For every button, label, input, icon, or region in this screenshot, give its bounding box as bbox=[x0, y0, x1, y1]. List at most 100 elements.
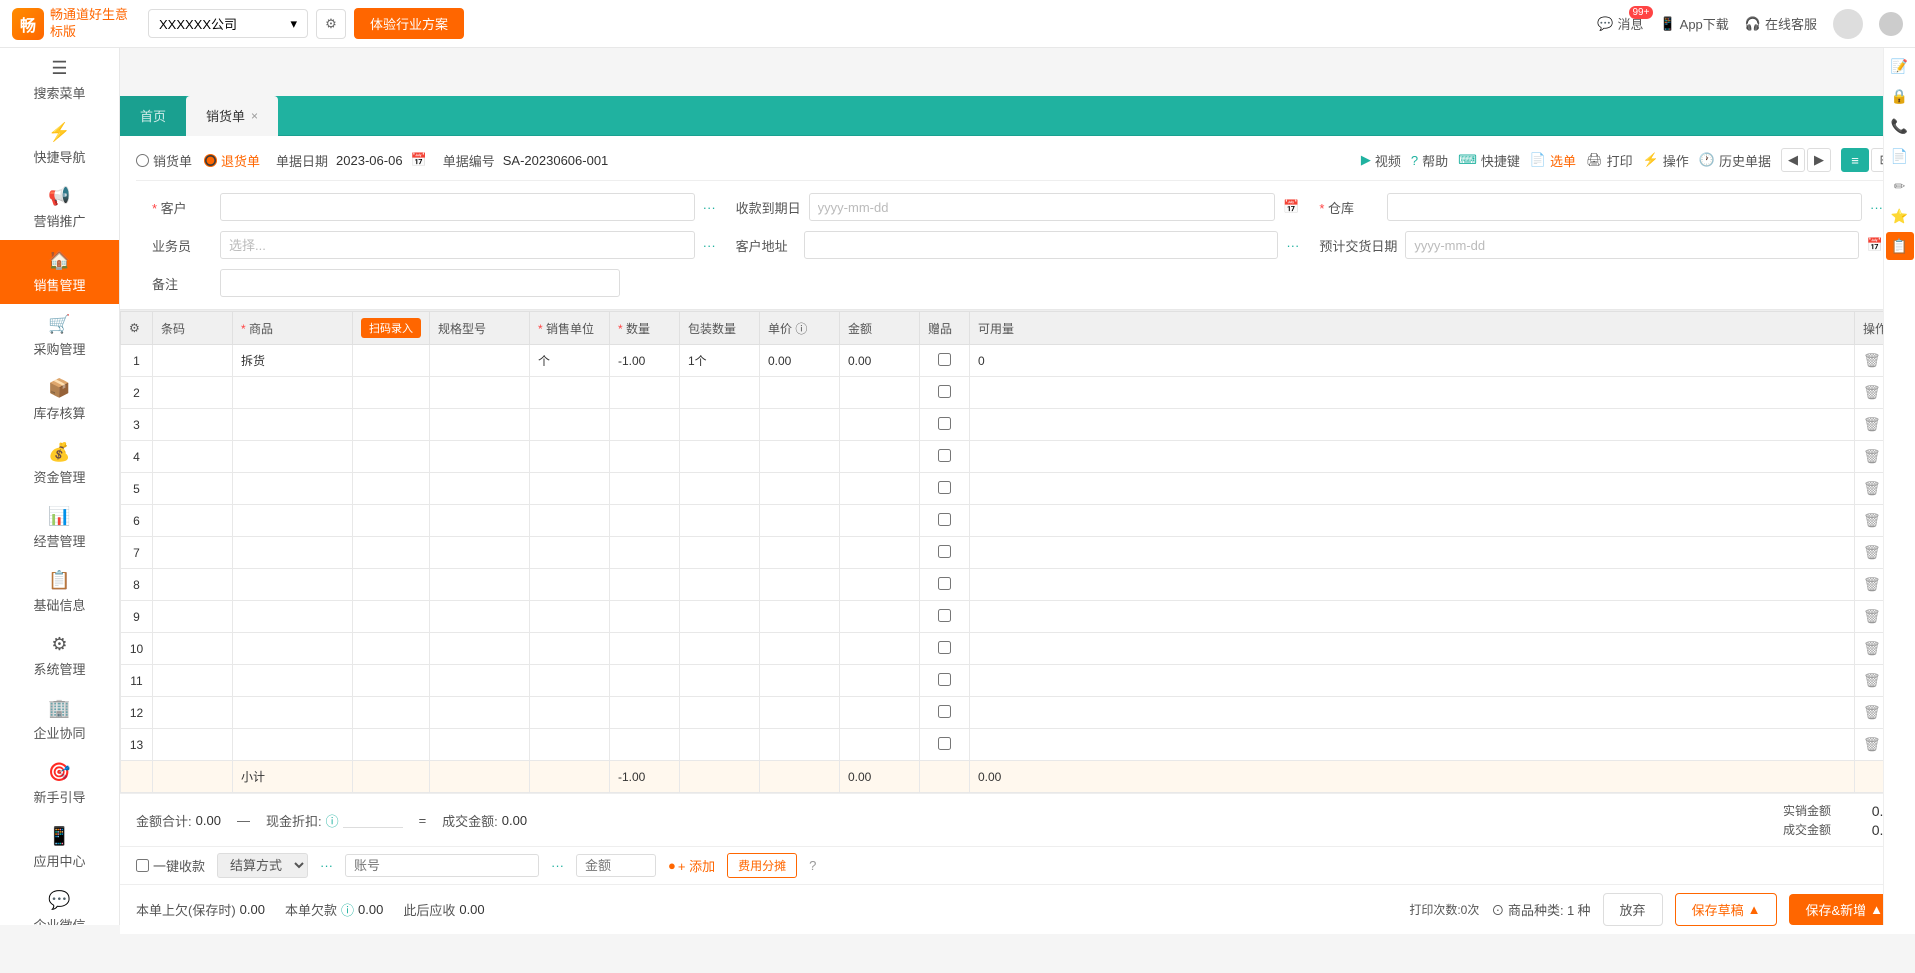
right-panel-edit-btn[interactable]: ✏ bbox=[1886, 172, 1914, 200]
history-btn[interactable]: 🕐 历史单据 bbox=[1699, 151, 1771, 170]
tab-sales-order[interactable]: 销货单 × bbox=[186, 96, 278, 136]
sidebar-item-finance[interactable]: 💰 资金管理 bbox=[0, 432, 119, 496]
due-date-calendar-icon[interactable]: 📅 bbox=[1283, 199, 1299, 215]
add-payment-btn[interactable]: ● + 添加 bbox=[668, 856, 715, 875]
tab-home[interactable]: 首页 bbox=[120, 96, 186, 136]
salesperson-dots-icon[interactable]: ··· bbox=[703, 238, 716, 253]
note-input[interactable] bbox=[220, 269, 620, 297]
sidebar-item-purchase[interactable]: 🛒 采购管理 bbox=[0, 304, 119, 368]
delete-icon[interactable]: 🗑 bbox=[1863, 384, 1881, 401]
discount-info-icon[interactable]: ⓘ bbox=[326, 811, 339, 830]
delete-icon[interactable]: 🗑 bbox=[1863, 736, 1881, 753]
one-click-checkbox[interactable] bbox=[136, 859, 149, 872]
row-amount[interactable]: 0.00 bbox=[840, 345, 920, 377]
right-panel-doc-btn[interactable]: 📄 bbox=[1886, 142, 1914, 170]
total-debt-info-icon[interactable]: ⓘ bbox=[341, 900, 354, 919]
date-calendar-icon[interactable]: 📅 bbox=[411, 152, 427, 168]
select-order-btn[interactable]: 📄 选单 bbox=[1530, 151, 1576, 170]
pay-method-select[interactable]: 结算方式 bbox=[217, 853, 308, 878]
delete-icon[interactable]: 🗑 bbox=[1863, 448, 1881, 465]
col-scan[interactable]: 扫码录入 bbox=[353, 312, 430, 345]
payment-help-icon[interactable]: ? bbox=[809, 858, 816, 873]
prev-btn[interactable]: ◀ bbox=[1781, 148, 1805, 172]
trial-button[interactable]: 体验行业方案 bbox=[354, 8, 464, 39]
expected-delivery-input[interactable] bbox=[1405, 231, 1858, 259]
right-panel-note-btn[interactable]: 📝 bbox=[1886, 52, 1914, 80]
warehouse-dots-icon[interactable]: ··· bbox=[1870, 200, 1883, 215]
delete-icon[interactable]: 🗑 bbox=[1863, 704, 1881, 721]
message-button[interactable]: 💬 消息 99+ bbox=[1597, 14, 1643, 33]
expense-split-btn[interactable]: 费用分摊 bbox=[727, 853, 797, 878]
delete-icon[interactable]: 🗑 bbox=[1863, 416, 1881, 433]
one-click-pay[interactable]: 一键收款 bbox=[136, 856, 205, 875]
next-btn[interactable]: ▶ bbox=[1807, 148, 1831, 172]
row-barcode[interactable] bbox=[153, 345, 233, 377]
delete-icon[interactable]: 🗑 bbox=[1863, 640, 1881, 657]
company-selector[interactable]: XXXXXX公司 ▾ bbox=[148, 9, 308, 38]
user-avatar-2[interactable] bbox=[1879, 12, 1903, 36]
sidebar-item-guide[interactable]: 🎯 新手引导 bbox=[0, 752, 119, 816]
shortcut-btn[interactable]: ⌨ 快捷键 bbox=[1458, 151, 1520, 170]
delete-icon[interactable]: 🗑 bbox=[1863, 672, 1881, 689]
delete-icon[interactable]: 🗑 bbox=[1863, 544, 1881, 561]
expected-delivery-calendar-icon[interactable]: 📅 bbox=[1867, 237, 1883, 253]
right-panel-star-btn[interactable]: ⭐ bbox=[1886, 202, 1914, 230]
delete-icon[interactable]: 🗑 bbox=[1863, 480, 1881, 497]
customer-input[interactable] bbox=[220, 193, 695, 221]
customer-addr-input[interactable] bbox=[804, 231, 1279, 259]
sidebar-item-marketing[interactable]: 📢 营销推广 bbox=[0, 176, 119, 240]
scan-btn[interactable]: 扫码录入 bbox=[361, 318, 421, 338]
print-btn[interactable]: 🖨 打印 bbox=[1586, 151, 1633, 170]
sidebar-item-quick-nav[interactable]: ⚡ 快捷导航 bbox=[0, 112, 119, 176]
settings-button[interactable]: ⚙ bbox=[316, 9, 346, 39]
delete-icon[interactable]: 🗑 bbox=[1863, 352, 1881, 369]
right-panel-phone-btn[interactable]: 📞 bbox=[1886, 112, 1914, 140]
action-btn[interactable]: ⚡ 操作 bbox=[1643, 151, 1689, 170]
warehouse-input[interactable]: 建材仓 bbox=[1387, 193, 1862, 221]
user-avatar[interactable] bbox=[1833, 9, 1863, 39]
main-content: 首页 销货单 × × 销货单 退货单 bbox=[120, 96, 1915, 973]
row-product[interactable]: 拆货 bbox=[233, 345, 353, 377]
right-panel-active-btn[interactable]: 📋 bbox=[1886, 232, 1914, 260]
salesperson-input[interactable] bbox=[220, 231, 695, 259]
radio-return[interactable]: 退货单 bbox=[204, 151, 260, 170]
app-download-button[interactable]: 📱 App下载 bbox=[1659, 14, 1728, 33]
due-date-input[interactable] bbox=[809, 193, 1275, 221]
online-service-button[interactable]: 🎧 在线客服 bbox=[1745, 14, 1817, 33]
toolbar-right: ▶ 视频 ? 帮助 ⌨ 快捷键 📄 选单 bbox=[1361, 148, 1899, 172]
discard-button[interactable]: 放弃 bbox=[1603, 893, 1663, 926]
list-view-btn[interactable]: ≡ bbox=[1841, 148, 1869, 172]
amount-input[interactable] bbox=[576, 854, 656, 877]
row-unit[interactable]: 个 bbox=[530, 345, 610, 377]
sidebar-item-search[interactable]: ☰ 搜索菜单 bbox=[0, 48, 119, 112]
col-settings[interactable]: ⚙ bbox=[121, 312, 153, 345]
sidebar-item-basics[interactable]: 📋 基础信息 bbox=[0, 560, 119, 624]
row-quantity[interactable]: -1.00 bbox=[610, 345, 680, 377]
sidebar-item-sales[interactable]: 🏠 销售管理 bbox=[0, 240, 119, 304]
sidebar-item-app-center[interactable]: 📱 应用中心 bbox=[0, 816, 119, 880]
sidebar-item-operations[interactable]: 📊 经营管理 bbox=[0, 496, 119, 560]
account-dots-icon[interactable]: ··· bbox=[551, 858, 564, 873]
row-pack-qty[interactable]: 1个 bbox=[680, 345, 760, 377]
video-btn[interactable]: ▶ 视频 bbox=[1361, 151, 1401, 170]
sidebar-item-inventory[interactable]: 📦 库存核算 bbox=[0, 368, 119, 432]
row-spec[interactable] bbox=[430, 345, 530, 377]
discount-input[interactable] bbox=[343, 812, 403, 828]
account-input[interactable] bbox=[345, 854, 539, 877]
right-panel-lock-btn[interactable]: 🔒 bbox=[1886, 82, 1914, 110]
addr-dots-icon[interactable]: ··· bbox=[1286, 238, 1299, 253]
save-draft-button[interactable]: 保存草稿 ▲ bbox=[1675, 893, 1778, 926]
sidebar-item-system[interactable]: ⚙ 系统管理 bbox=[0, 624, 119, 688]
tab-close-icon[interactable]: × bbox=[251, 109, 258, 123]
delete-icon[interactable]: 🗑 bbox=[1863, 576, 1881, 593]
delete-icon[interactable]: 🗑 bbox=[1863, 512, 1881, 529]
row-gift[interactable] bbox=[920, 345, 970, 377]
help-btn[interactable]: ? 帮助 bbox=[1411, 151, 1448, 170]
sidebar-item-enterprise[interactable]: 🏢 企业协同 bbox=[0, 688, 119, 752]
customer-dots-icon[interactable]: ··· bbox=[703, 200, 716, 215]
radio-sales[interactable]: 销货单 bbox=[136, 151, 192, 170]
row-unit-price[interactable]: 0.00 bbox=[760, 345, 840, 377]
delete-icon[interactable]: 🗑 bbox=[1863, 608, 1881, 625]
pay-method-dots-icon[interactable]: ··· bbox=[320, 858, 333, 873]
sidebar-item-wechat[interactable]: 💬 企业微信 bbox=[0, 880, 119, 925]
